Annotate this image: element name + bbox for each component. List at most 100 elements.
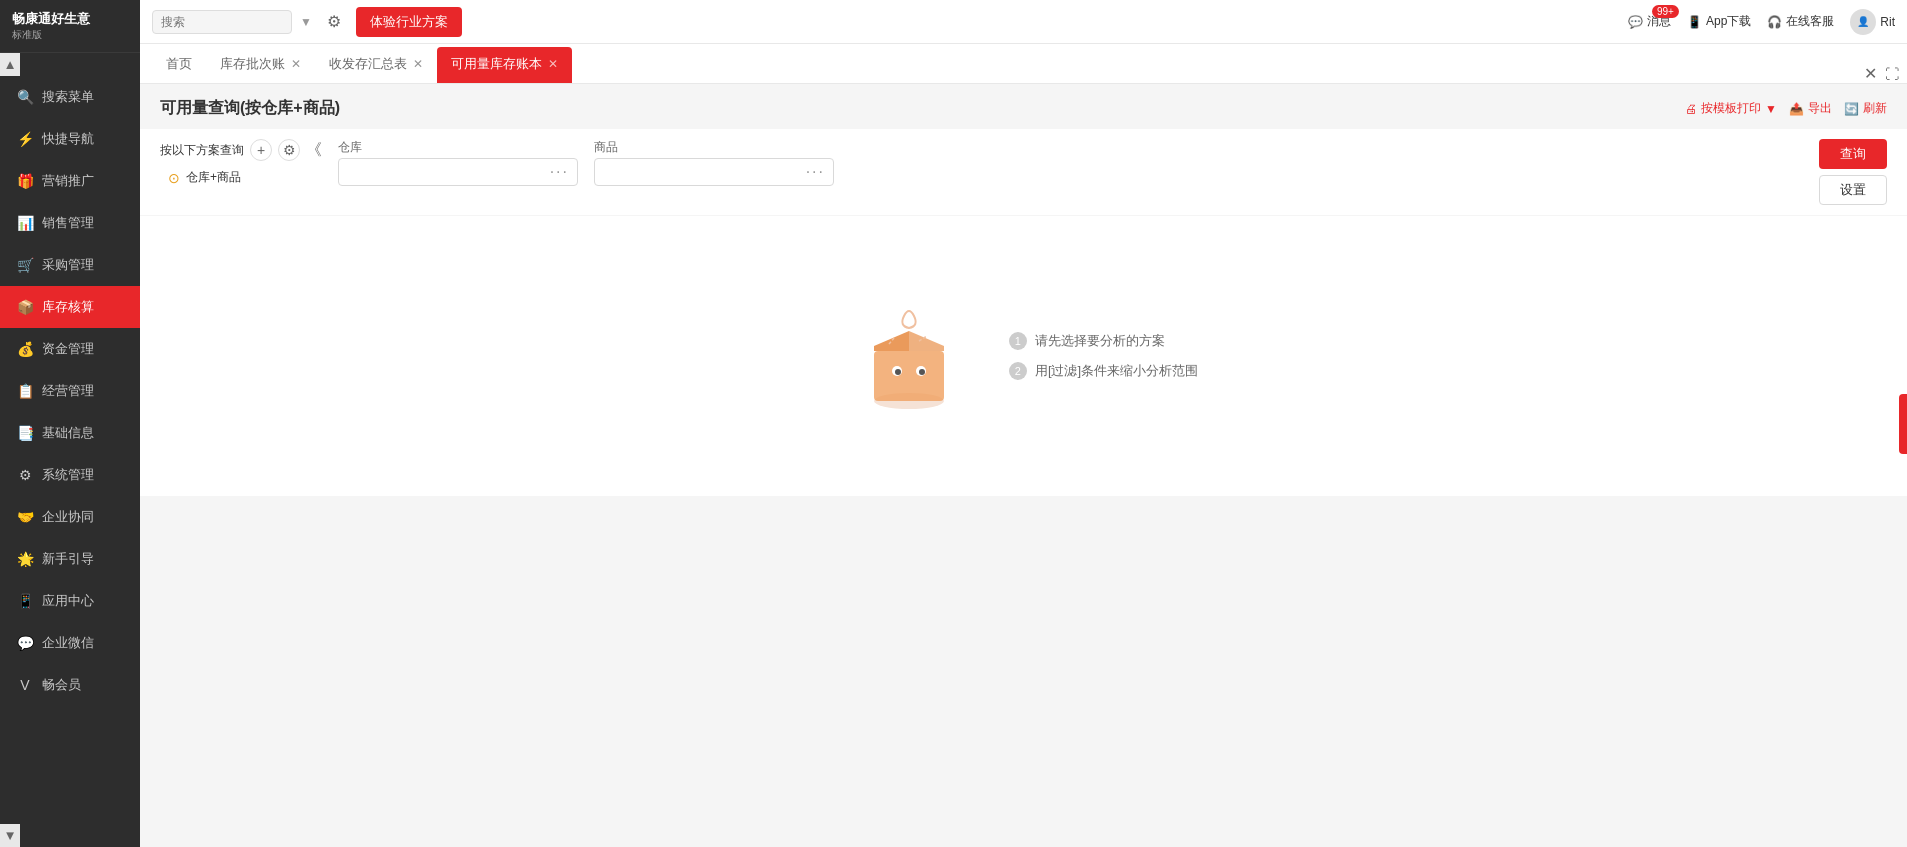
tab-close-collect-inventory-summary[interactable]: ✕ (413, 57, 423, 71)
search-input[interactable] (161, 15, 251, 29)
app-download-btn[interactable]: 📱 App下载 (1687, 13, 1751, 30)
filter-scheme-panel: 按以下方案查询 + ⚙ 《 ⊙ 仓库+商品 (160, 139, 322, 190)
sidebar-icon-corp-wechat: 💬 (16, 634, 34, 652)
tab-collect-inventory-summary[interactable]: 收发存汇总表✕ (315, 47, 437, 83)
sidebar-icon-marketing-promo: 🎁 (16, 172, 34, 190)
online-service-btn[interactable]: 🎧 在线客服 (1767, 13, 1834, 30)
export-btn[interactable]: 📤 导出 (1789, 100, 1832, 117)
sidebar-item-ops-mgmt[interactable]: 📋 经营管理 (0, 370, 140, 412)
sidebar-item-corp-wechat[interactable]: 💬企业微信 (0, 622, 140, 664)
tip-number-1: 1 (1009, 332, 1027, 350)
avatar: 👤 (1850, 9, 1876, 35)
sidebar-icon-purchase-mgmt: 🛒 (16, 256, 34, 274)
svg-point-7 (919, 369, 925, 375)
topbar-settings-btn[interactable]: ⚙ (320, 8, 348, 36)
sidebar-scroll-down[interactable]: ▼ (0, 824, 20, 847)
sidebar-icon-vip: V (16, 676, 34, 694)
filter-area: 按以下方案查询 + ⚙ 《 ⊙ 仓库+商品 仓库 ··· (140, 129, 1907, 215)
user-menu[interactable]: 👤 Rit (1850, 9, 1895, 35)
sidebar-item-search[interactable]: 🔍搜索菜单 (0, 76, 140, 118)
tabbar-expand-btn[interactable]: ⛶ (1885, 66, 1899, 82)
tip-text-1: 请先选择要分析的方案 (1035, 332, 1165, 350)
product-dots-btn[interactable]: ··· (806, 163, 825, 181)
tab-label-inventory-batch: 库存批次账 (220, 55, 285, 73)
page-title: 可用量查询(按仓库+商品) (160, 98, 340, 119)
tab-inventory-batch[interactable]: 库存批次账 ✕ (206, 47, 315, 83)
tab-label-home: 首页 (166, 55, 192, 73)
sidebar-nav: 🔍搜索菜单⚡快捷导航🎁营销推广 📊 销售管理 🛒采购管理📦库存核算 💰 资金管理 📋 经营管理… (0, 76, 140, 824)
product-input[interactable] (603, 165, 802, 179)
sidebar-label-ops-mgmt: 经营管理 (42, 382, 94, 400)
notification-badge: 99+ (1652, 5, 1679, 18)
sidebar-item-marketing-promo[interactable]: 🎁营销推广 (0, 160, 140, 202)
tab-available-inventory-ledger[interactable]: 可用量库存账本✕ (437, 47, 572, 83)
collapse-scheme-btn[interactable]: 《 (306, 140, 322, 161)
sidebar-icon-finance-mgmt: 💰 (16, 340, 34, 358)
industry-btn[interactable]: 体验行业方案 (356, 7, 462, 37)
sidebar-item-finance-mgmt[interactable]: 💰 资金管理 (0, 328, 140, 370)
template-print-label: 按模板打印 (1701, 100, 1761, 117)
app-download-label: App下载 (1706, 13, 1751, 30)
empty-tip-1: 1 请先选择要分析的方案 (1009, 332, 1198, 350)
online-service-label: 在线客服 (1786, 13, 1834, 30)
tab-close-inventory-batch[interactable]: ✕ (291, 57, 301, 71)
sidebar-label-basic-info: 基础信息 (42, 424, 94, 442)
sidebar-label-shortcut: 快捷导航 (42, 130, 94, 148)
sidebar-item-corp-collab[interactable]: 🤝 企业协同 (0, 496, 140, 538)
sidebar-label-search: 搜索菜单 (42, 88, 94, 106)
sidebar-label-corp-collab: 企业协同 (42, 508, 94, 526)
template-print-btn[interactable]: 🖨 按模板打印 ▼ (1685, 100, 1777, 117)
tab-home[interactable]: 首页 (152, 47, 206, 83)
sidebar-item-basic-info[interactable]: 📑基础信息 (0, 412, 140, 454)
topbar-search-box (152, 10, 292, 34)
sidebar-label-finance-mgmt: 资金管理 (42, 340, 94, 358)
sidebar-icon-new-guide: 🌟 (16, 550, 34, 568)
sidebar-icon-sales-mgmt: 📊 (16, 214, 34, 232)
svg-marker-2 (874, 331, 909, 351)
tab-close-available-inventory-ledger[interactable]: ✕ (548, 57, 558, 71)
sidebar-item-inventory-calc[interactable]: 📦库存核算 (0, 286, 140, 328)
sidebar-scroll-up[interactable]: ▲ (0, 53, 20, 76)
scheme-label: 仓库+商品 (186, 169, 241, 186)
empty-illustration (849, 296, 969, 416)
sidebar-item-shortcut[interactable]: ⚡快捷导航 (0, 118, 140, 160)
refresh-label: 刷新 (1863, 100, 1887, 117)
topbar-chevron-icon[interactable]: ▼ (300, 15, 312, 29)
sidebar-item-purchase-mgmt[interactable]: 🛒采购管理 (0, 244, 140, 286)
settings-scheme-btn[interactable]: ⚙ (278, 139, 300, 161)
filter-actions: 查询 设置 (1819, 139, 1887, 205)
sidebar-icon-corp-collab: 🤝 (16, 508, 34, 526)
sidebar-item-app-center[interactable]: 📱应用中心 (0, 580, 140, 622)
notification-btn[interactable]: 💬 消息 99+ (1628, 13, 1671, 30)
warehouse-input[interactable] (347, 165, 546, 179)
sidebar-logo-title: 畅康通好生意 (12, 10, 128, 28)
sidebar-item-new-guide[interactable]: 🌟新手引导 (0, 538, 140, 580)
svg-marker-3 (909, 331, 944, 351)
sidebar-item-sales-mgmt[interactable]: 📊 销售管理 (0, 202, 140, 244)
dropdown-icon: ▼ (1765, 102, 1777, 116)
page-actions: 🖨 按模板打印 ▼ 📤 导出 🔄 刷新 (1685, 100, 1887, 117)
sidebar-icon-app-center: 📱 (16, 592, 34, 610)
sidebar-item-sys-mgmt[interactable]: ⚙系统管理 (0, 454, 140, 496)
warehouse-label: 仓库 (338, 139, 578, 156)
sidebar-icon-ops-mgmt: 📋 (16, 382, 34, 400)
sidebar-item-vip[interactable]: V畅会员 (0, 664, 140, 706)
sidebar-icon-sys-mgmt: ⚙ (16, 466, 34, 484)
scheme-item-warehouse-product[interactable]: ⊙ 仓库+商品 (160, 165, 322, 190)
svg-point-6 (895, 369, 901, 375)
right-scroll-indicator[interactable] (1899, 394, 1907, 454)
message-icon: 💬 (1628, 15, 1643, 29)
filter-settings-btn[interactable]: 设置 (1819, 175, 1887, 205)
warehouse-field: 仓库 ··· (338, 139, 578, 186)
tabbar-close-btn[interactable]: ✕ (1864, 64, 1877, 83)
warehouse-dots-btn[interactable]: ··· (550, 163, 569, 181)
product-input-box[interactable]: ··· (594, 158, 834, 186)
scheme-icon: ⊙ (168, 170, 180, 186)
add-scheme-btn[interactable]: + (250, 139, 272, 161)
empty-tip-2: 2 用[过滤]条件来缩小分析范围 (1009, 362, 1198, 380)
empty-state-inner: 1 请先选择要分析的方案 2 用[过滤]条件来缩小分析范围 (849, 296, 1198, 416)
sidebar-label-sales-mgmt: 销售管理 (42, 214, 94, 232)
refresh-btn[interactable]: 🔄 刷新 (1844, 100, 1887, 117)
warehouse-input-box[interactable]: ··· (338, 158, 578, 186)
query-btn[interactable]: 查询 (1819, 139, 1887, 169)
